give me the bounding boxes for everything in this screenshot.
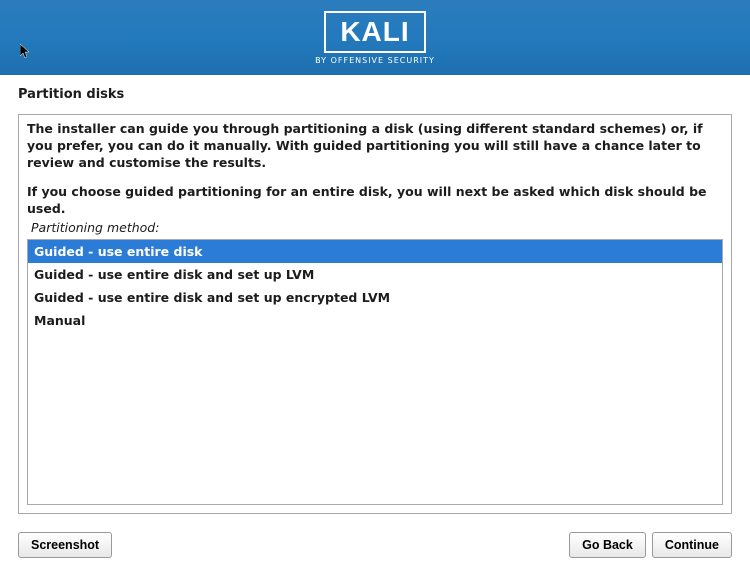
partitioning-method-list[interactable]: Guided - use entire disk Guided - use en… xyxy=(27,239,723,505)
main-panel: The installer can guide you through part… xyxy=(18,114,732,514)
field-label: Partitioning method: xyxy=(31,220,723,235)
go-back-button[interactable]: Go Back xyxy=(569,532,646,558)
screenshot-button[interactable]: Screenshot xyxy=(18,532,112,558)
continue-button[interactable]: Continue xyxy=(652,532,732,558)
option-label: Manual xyxy=(34,313,85,328)
content-area: Partition disks The installer can guide … xyxy=(0,75,750,524)
option-label: Guided - use entire disk xyxy=(34,244,203,259)
option-guided-encrypted-lvm[interactable]: Guided - use entire disk and set up encr… xyxy=(28,286,722,309)
description-text: The installer can guide you through part… xyxy=(27,121,723,172)
option-label: Guided - use entire disk and set up encr… xyxy=(34,290,390,305)
option-label: Guided - use entire disk and set up LVM xyxy=(34,267,314,282)
logo-subtitle: BY OFFENSIVE SECURITY xyxy=(315,56,435,65)
option-manual[interactable]: Manual xyxy=(28,309,722,332)
logo-text: KALI xyxy=(340,16,409,47)
option-guided-entire-disk[interactable]: Guided - use entire disk xyxy=(28,240,722,263)
page-title: Partition disks xyxy=(18,87,732,102)
logo: KALI xyxy=(324,11,425,53)
footer: Screenshot Go Back Continue xyxy=(0,524,750,568)
header-banner: KALI BY OFFENSIVE SECURITY xyxy=(0,0,750,75)
option-guided-lvm[interactable]: Guided - use entire disk and set up LVM xyxy=(28,263,722,286)
instruction-text: If you choose guided partitioning for an… xyxy=(27,184,723,218)
